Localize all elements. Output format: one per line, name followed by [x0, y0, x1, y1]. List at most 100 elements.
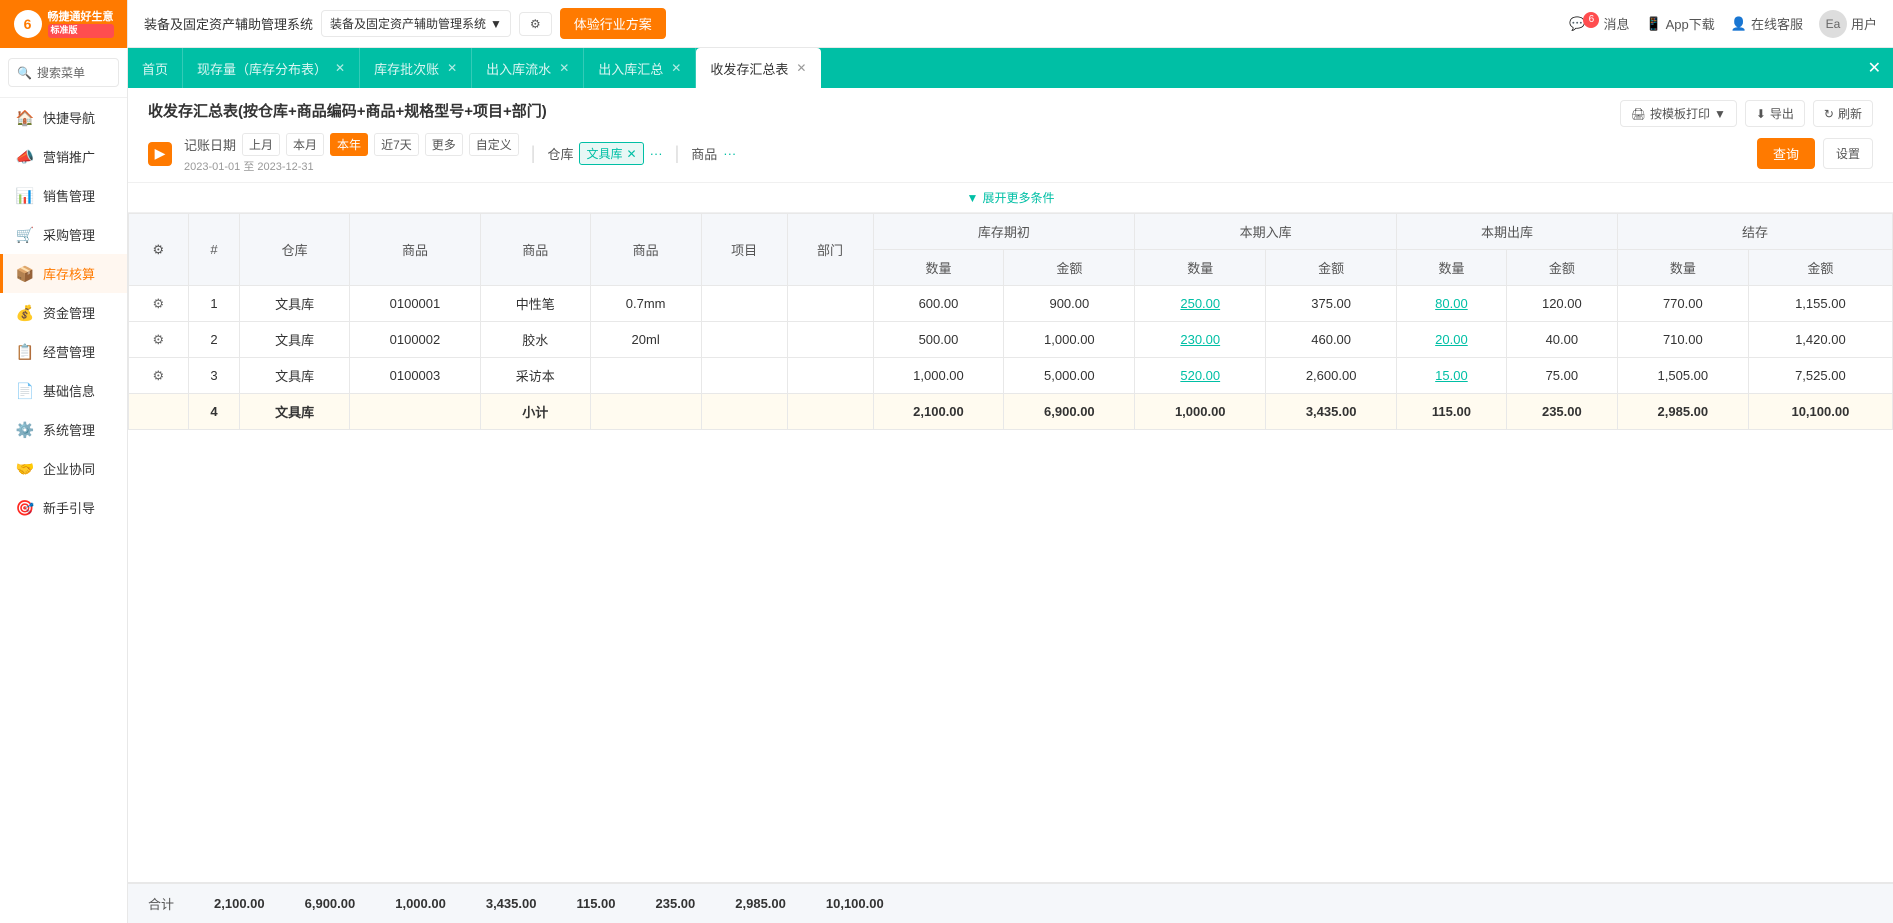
expand-more-btn[interactable]: ▼ 展开更多条件	[967, 189, 1055, 206]
row-department	[787, 322, 873, 358]
operations-icon: 📋	[15, 343, 35, 361]
tab-recv-send-summary[interactable]: 收发存汇总表 ✕	[696, 48, 821, 88]
print-btn[interactable]: 🖨 按模板打印 ▼	[1620, 100, 1737, 127]
row-in-qty-link[interactable]: 250.00	[1180, 296, 1220, 311]
user-avatar: Ea	[1819, 10, 1847, 38]
row-gear-cell[interactable]: ⚙	[129, 286, 189, 322]
sidebar-item-sales[interactable]: 📊 销售管理	[0, 176, 127, 215]
goods-more-btn[interactable]: ···	[723, 146, 736, 161]
sidebar-item-system[interactable]: ⚙️ 系统管理	[0, 410, 127, 449]
system-selector[interactable]: 装备及固定资产辅助管理系统 ▼	[321, 10, 511, 37]
row-in-qty-link[interactable]: 520.00	[1180, 368, 1220, 383]
tab-close-inventory-dist[interactable]: ✕	[335, 61, 345, 75]
date-range-text: 2023-01-01 至 2023-12-31	[184, 158, 519, 174]
sidebar-item-enterprise[interactable]: 🤝 企业协同	[0, 449, 127, 488]
date-btn-last-month[interactable]: 上月	[242, 133, 280, 156]
row-goods-code: 0100001	[350, 286, 481, 322]
settings-gear-btn[interactable]: ⚙	[519, 12, 552, 36]
sidebar-item-inventory[interactable]: 📦 库存核算	[0, 254, 127, 293]
tab-in-out-summary[interactable]: 出入库汇总 ✕	[584, 48, 696, 88]
row-project	[701, 286, 787, 322]
row-out-qty[interactable]: 20.00	[1397, 322, 1507, 358]
sidebar-item-newbie[interactable]: 🎯 新手引导	[0, 488, 127, 527]
refresh-icon: ↻	[1824, 107, 1834, 121]
export-btn[interactable]: ⬇ 导出	[1745, 100, 1805, 127]
row-in-qty-link[interactable]: 230.00	[1180, 332, 1220, 347]
total-opening-qty: 2,100.00	[214, 896, 265, 911]
sidebar-item-operations[interactable]: 📋 经营管理	[0, 332, 127, 371]
warehouse-more-btn[interactable]: ···	[650, 146, 663, 161]
header-top-row: 收发存汇总表(按仓库+商品编码+商品+规格型号+项目+部门) 🖨 按模板打印 ▼…	[148, 100, 1873, 133]
sidebar-item-finance[interactable]: 💰 资金管理	[0, 293, 127, 332]
try-industry-btn[interactable]: 体验行业方案	[560, 8, 666, 39]
tab-home[interactable]: 首页	[128, 48, 183, 88]
sidebar-item-marketing[interactable]: 📣 营销推广	[0, 137, 127, 176]
col-out-amt-header: 金额	[1506, 250, 1617, 286]
table-row: ⚙3文具库0100003采访本1,000.005,000.00520.002,6…	[129, 358, 1893, 394]
warehouse-tag-close[interactable]: ✕	[627, 147, 637, 161]
row-project	[701, 394, 787, 430]
totals-label: 合计	[148, 894, 174, 913]
online-support-btn[interactable]: 👤 在线客服	[1731, 14, 1803, 33]
col-period-out-header: 本期出库	[1397, 214, 1618, 250]
table-row: ⚙2文具库0100002胶水20ml500.001,000.00230.0046…	[129, 322, 1893, 358]
total-opening-amt: 6,900.00	[305, 896, 356, 911]
row-warehouse: 文具库	[240, 394, 350, 430]
warehouse-filter-label: 仓库	[547, 144, 573, 163]
table-settings-btn[interactable]: 设置	[1823, 138, 1873, 169]
sidebar-item-purchase[interactable]: 🛒 采购管理	[0, 215, 127, 254]
data-table: ⚙ # 仓库 商品 商品 商品 项目 部门 库存期初 本期入库 本期出库 结存	[128, 213, 1893, 430]
date-btn-7days[interactable]: 近7天	[374, 133, 419, 156]
tab-inventory-dist[interactable]: 现存量（库存分布表） ✕	[183, 48, 360, 88]
date-btn-more[interactable]: 更多	[425, 133, 463, 156]
sidebar-search-area: 🔍 搜索菜单	[0, 48, 127, 98]
tab-close-in-out-flow[interactable]: ✕	[559, 61, 569, 75]
chevron-down-icon: ▼	[490, 17, 502, 31]
col-goods-name-header: 商品	[480, 214, 590, 286]
tab-close-recv-send-summary[interactable]: ✕	[796, 61, 806, 75]
col-balance-qty-header: 数量	[1617, 250, 1748, 286]
system-title: 装备及固定资产辅助管理系统	[144, 14, 313, 33]
col-project-header: 项目	[701, 214, 787, 286]
tab-bar-close-btn[interactable]: ✕	[1856, 58, 1893, 78]
row-gear-cell[interactable]: ⚙	[129, 358, 189, 394]
row-in-qty[interactable]: 230.00	[1135, 322, 1266, 358]
notification-area[interactable]: 💬 6 消息	[1569, 14, 1629, 33]
app-download-btn[interactable]: 📱 App下载	[1645, 14, 1714, 33]
date-btn-custom[interactable]: 自定义	[469, 133, 519, 156]
row-opening-qty: 2,100.00	[873, 394, 1004, 430]
sales-icon: 📊	[15, 187, 35, 205]
goods-filter-label: 商品	[691, 144, 717, 163]
row-in-qty[interactable]: 250.00	[1135, 286, 1266, 322]
total-balance-amt: 10,100.00	[826, 896, 884, 911]
query-btn[interactable]: 查询	[1757, 138, 1815, 169]
basic-info-icon: 📄	[15, 382, 35, 400]
row-goods-code	[350, 394, 481, 430]
tab-close-batch-ledger[interactable]: ✕	[447, 61, 457, 75]
sidebar-item-basic-info[interactable]: 📄 基础信息	[0, 371, 127, 410]
col-in-qty-header: 数量	[1135, 250, 1266, 286]
tab-close-in-out-summary[interactable]: ✕	[671, 61, 681, 75]
row-goods-code: 0100002	[350, 322, 481, 358]
row-out-qty-link[interactable]: 20.00	[1435, 332, 1468, 347]
date-btn-this-month[interactable]: 本月	[286, 133, 324, 156]
tab-batch-ledger[interactable]: 库存批次账 ✕	[360, 48, 472, 88]
sidebar-item-quick-nav[interactable]: 🏠 快捷导航	[0, 98, 127, 137]
row-out-qty[interactable]: 80.00	[1397, 286, 1507, 322]
filter-separator-2: |	[675, 143, 680, 164]
filter-toggle-btn[interactable]: ▶	[148, 142, 172, 166]
row-balance-qty: 1,505.00	[1617, 358, 1748, 394]
row-out-qty[interactable]: 15.00	[1397, 358, 1507, 394]
user-area[interactable]: Ea 用户	[1819, 10, 1877, 38]
date-btn-this-year[interactable]: 本年	[330, 133, 368, 156]
search-menu-button[interactable]: 🔍 搜索菜单	[8, 58, 119, 87]
support-icon: 👤	[1731, 16, 1747, 32]
row-out-qty-link[interactable]: 15.00	[1435, 368, 1468, 383]
refresh-btn[interactable]: ↻ 刷新	[1813, 100, 1873, 127]
page-right-actions: 🖨 按模板打印 ▼ ⬇ 导出 ↻ 刷新	[1620, 100, 1873, 127]
row-out-qty-link[interactable]: 80.00	[1435, 296, 1468, 311]
row-balance-amt: 10,100.00	[1748, 394, 1892, 430]
row-gear-cell[interactable]: ⚙	[129, 322, 189, 358]
row-in-qty[interactable]: 520.00	[1135, 358, 1266, 394]
tab-in-out-flow[interactable]: 出入库流水 ✕	[472, 48, 584, 88]
